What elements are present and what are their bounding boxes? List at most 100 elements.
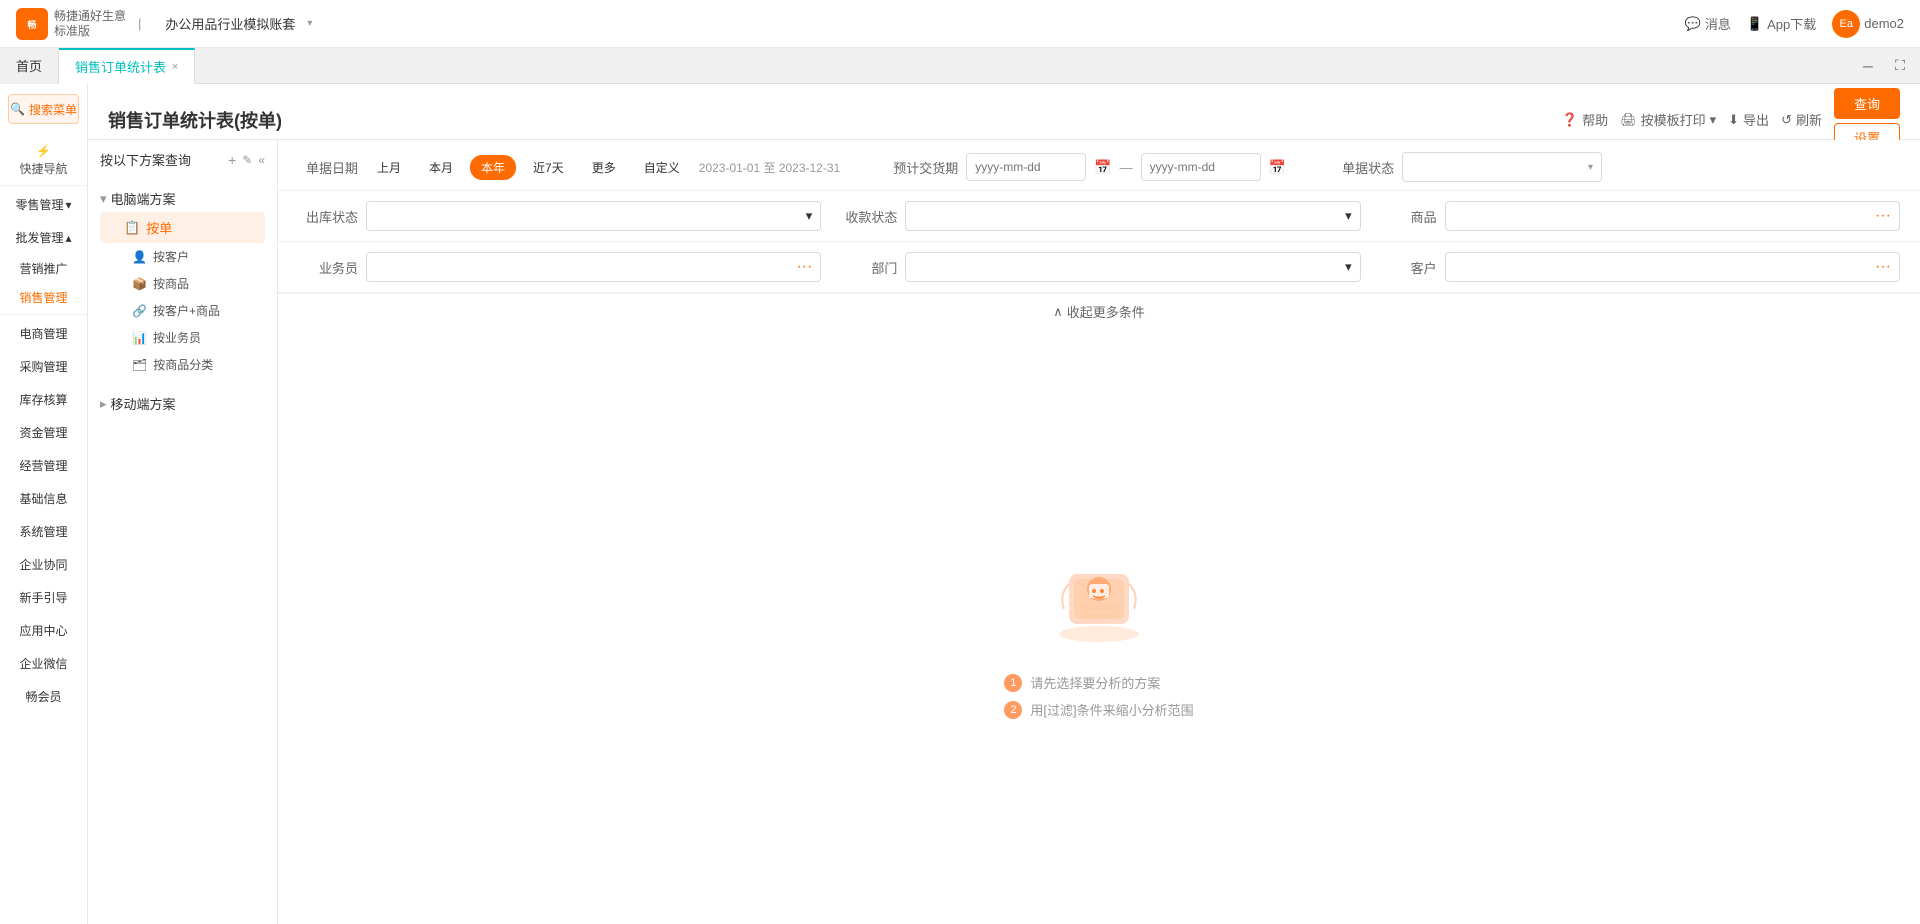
filter-layout: 按以下方案查询 + ✎ « ▾ 电脑端方案 📋 按单	[88, 140, 1920, 924]
payment-status-select[interactable]: ▾	[905, 201, 1360, 231]
scheme-item-by-order[interactable]: 📋 按单	[100, 212, 265, 243]
status-label: 单据状态	[1334, 158, 1394, 177]
scheme-item-by-goods[interactable]: 📦 按商品	[100, 270, 265, 297]
export-button[interactable]: ⬇ 导出	[1728, 110, 1769, 129]
print-button[interactable]: 🖨 按模板打印 ▾	[1620, 110, 1716, 129]
delivery-status-select[interactable]: ▾	[366, 201, 821, 231]
sidebar-item-ecommerce[interactable]: 电商管理	[0, 317, 87, 350]
salesperson-select[interactable]: ···	[366, 252, 821, 282]
date-chips: 上月 本月 本年 近7天 更多 自定义	[366, 155, 691, 180]
sidebar-item-inventory[interactable]: 库存核算	[0, 383, 87, 416]
tab-home[interactable]: 首页	[0, 48, 59, 84]
tab-bar: 首页 销售订单统计表 × ─ ⛶	[0, 48, 1920, 84]
sidebar-item-finance[interactable]: 资金管理	[0, 416, 87, 449]
expected-delivery-end-input[interactable]	[1141, 153, 1261, 181]
sidebar-item-newbie[interactable]: 新手引导	[0, 581, 87, 614]
scheme-item-by-customer-goods[interactable]: 🔗 按客户+商品	[100, 297, 265, 324]
goods-more-icon[interactable]: ···	[1875, 207, 1891, 225]
app-download-button[interactable]: 📱 App下载	[1747, 14, 1816, 33]
date-chip-more[interactable]: 更多	[581, 155, 627, 180]
maximize-button[interactable]: ⛶	[1888, 54, 1912, 78]
date-chip-custom[interactable]: 自定义	[633, 155, 691, 180]
app-title-dropdown-icon[interactable]: ▾	[307, 18, 312, 29]
customer-goods-icon: 🔗	[132, 304, 147, 318]
sidebar-item-quick-nav[interactable]: ⚡ 快捷导航	[0, 138, 87, 183]
scheme-panel-header: 按以下方案查询 + ✎ «	[88, 140, 277, 179]
logo-icon: 畅	[16, 8, 48, 40]
date-chip-this-year[interactable]: 本年	[470, 155, 516, 180]
print-dropdown-icon[interactable]: ▾	[1710, 112, 1717, 128]
pc-category-header[interactable]: ▾ 电脑端方案	[100, 185, 265, 212]
search-menu-button[interactable]: 🔍 帮助 搜索菜单	[8, 94, 79, 124]
query-button[interactable]: 查询	[1834, 88, 1900, 119]
hint-2: 2 用[过滤]条件来缩小分析范围	[1004, 700, 1193, 719]
payment-status-filter: 收款状态 ▾	[837, 201, 1360, 231]
sidebar-item-basic[interactable]: 基础信息	[0, 482, 87, 515]
date-chip-7days[interactable]: 近7天	[522, 155, 575, 180]
message-icon: 💬	[1685, 16, 1701, 32]
sidebar-item-marketing[interactable]: 营销推广	[8, 254, 79, 283]
payment-dropdown-icon: ▾	[1345, 208, 1352, 224]
pc-category-label: 电脑端方案	[111, 189, 176, 208]
sidebar-item-app-center[interactable]: 应用中心	[0, 614, 87, 647]
content-area: 销售订单统计表(按单) ❓ 帮助 🖨 按模板打印 ▾ ⬇ 导出 ↺ 刷新	[88, 84, 1920, 924]
scheme-item-by-salesperson[interactable]: 📊 按业务员	[100, 324, 265, 351]
scheme-item-by-category[interactable]: 🗂 按商品分类	[100, 351, 265, 378]
date-range-display: 2023-01-01 至 2023-12-31	[699, 159, 840, 176]
sidebar-item-wechat[interactable]: 企业微信	[0, 647, 87, 680]
print-icon: 🖨	[1620, 112, 1637, 128]
sidebar-item-enterprise[interactable]: 企业协同	[0, 548, 87, 581]
page-header: 销售订单统计表(按单) ❓ 帮助 🖨 按模板打印 ▾ ⬇ 导出 ↺ 刷新	[88, 84, 1920, 140]
sidebar: 🔍 帮助 搜索菜单 ⚡ 快捷导航 零售管理 ▾ 批发管理 ▴ 营销推广 销售管理	[0, 84, 88, 924]
empty-state: 1 请先选择要分析的方案 2 用[过滤]条件来缩小分析范围	[278, 329, 1920, 924]
department-select[interactable]: ▾	[905, 252, 1360, 282]
sidebar-nav: ⚡ 快捷导航 零售管理 ▾ 批发管理 ▴ 营销推广 销售管理 电商管理 采购管理…	[0, 134, 87, 719]
customer-more-icon[interactable]: ···	[1875, 258, 1891, 276]
empty-illustration	[1039, 534, 1159, 657]
collapse-scheme-icon[interactable]: «	[258, 153, 265, 167]
goods-filter: 商品 ···	[1377, 201, 1900, 231]
page-title: 销售订单统计表(按单)	[108, 107, 282, 133]
payment-status-label: 收款状态	[837, 207, 897, 226]
tab-close-icon[interactable]: ×	[172, 61, 178, 73]
refresh-button[interactable]: ↺ 刷新	[1781, 110, 1822, 129]
department-dropdown-icon: ▾	[1345, 259, 1352, 275]
status-select[interactable]: ▾	[1402, 152, 1602, 182]
tab-active[interactable]: 销售订单统计表 ×	[59, 48, 195, 84]
scheme-item-by-customer[interactable]: 👤 按客户	[100, 243, 265, 270]
message-button[interactable]: 💬 消息	[1685, 14, 1731, 33]
customer-select[interactable]: ···	[1445, 252, 1900, 282]
help-button[interactable]: ❓ 帮助	[1562, 110, 1608, 129]
date-chip-last-month[interactable]: 上月	[366, 155, 412, 180]
sidebar-search-area: 🔍 帮助 搜索菜单	[0, 84, 87, 134]
edit-scheme-icon[interactable]: ✎	[242, 153, 252, 167]
sidebar-item-purchase[interactable]: 采购管理	[0, 350, 87, 383]
collapse-button[interactable]: ∧ 收起更多条件	[278, 293, 1920, 329]
calendar-start-icon[interactable]: 📅	[1094, 159, 1111, 176]
top-bar-right: 💬 消息 📱 App下载 Ea demo2	[1685, 10, 1904, 38]
sidebar-item-retail[interactable]: 零售管理 ▾	[0, 188, 87, 221]
salesperson-filter: 业务员 ···	[298, 252, 821, 282]
date-chip-this-month[interactable]: 本月	[418, 155, 464, 180]
sidebar-divider-2	[0, 314, 87, 315]
sidebar-item-wholesale[interactable]: 批发管理 ▴	[0, 221, 87, 254]
collapse-icon: ∧	[1053, 304, 1063, 320]
customer-filter: 客户 ···	[1377, 252, 1900, 282]
sidebar-item-operations[interactable]: 经营管理	[0, 449, 87, 482]
logo-area: 畅 畅捷通好生意 标准版	[16, 8, 126, 40]
sidebar-divider-1	[0, 185, 87, 186]
sidebar-item-sales[interactable]: 销售管理	[8, 283, 79, 312]
sidebar-item-system[interactable]: 系统管理	[0, 515, 87, 548]
sidebar-item-member[interactable]: 畅会员	[0, 680, 87, 713]
hint-num-2: 2	[1004, 701, 1022, 719]
expected-delivery-label: 预计交货期	[888, 158, 958, 177]
goods-select[interactable]: ···	[1445, 201, 1900, 231]
salesperson-label: 业务员	[298, 258, 358, 277]
mobile-category-header[interactable]: ▸ 移动端方案	[100, 388, 265, 419]
salesperson-more-icon[interactable]: ···	[796, 258, 812, 276]
calendar-end-icon[interactable]: 📅	[1269, 159, 1286, 176]
expected-delivery-start-input[interactable]	[966, 153, 1086, 181]
user-avatar-area[interactable]: Ea demo2	[1832, 10, 1904, 38]
minimize-button[interactable]: ─	[1856, 54, 1880, 78]
add-scheme-icon[interactable]: +	[228, 152, 236, 168]
